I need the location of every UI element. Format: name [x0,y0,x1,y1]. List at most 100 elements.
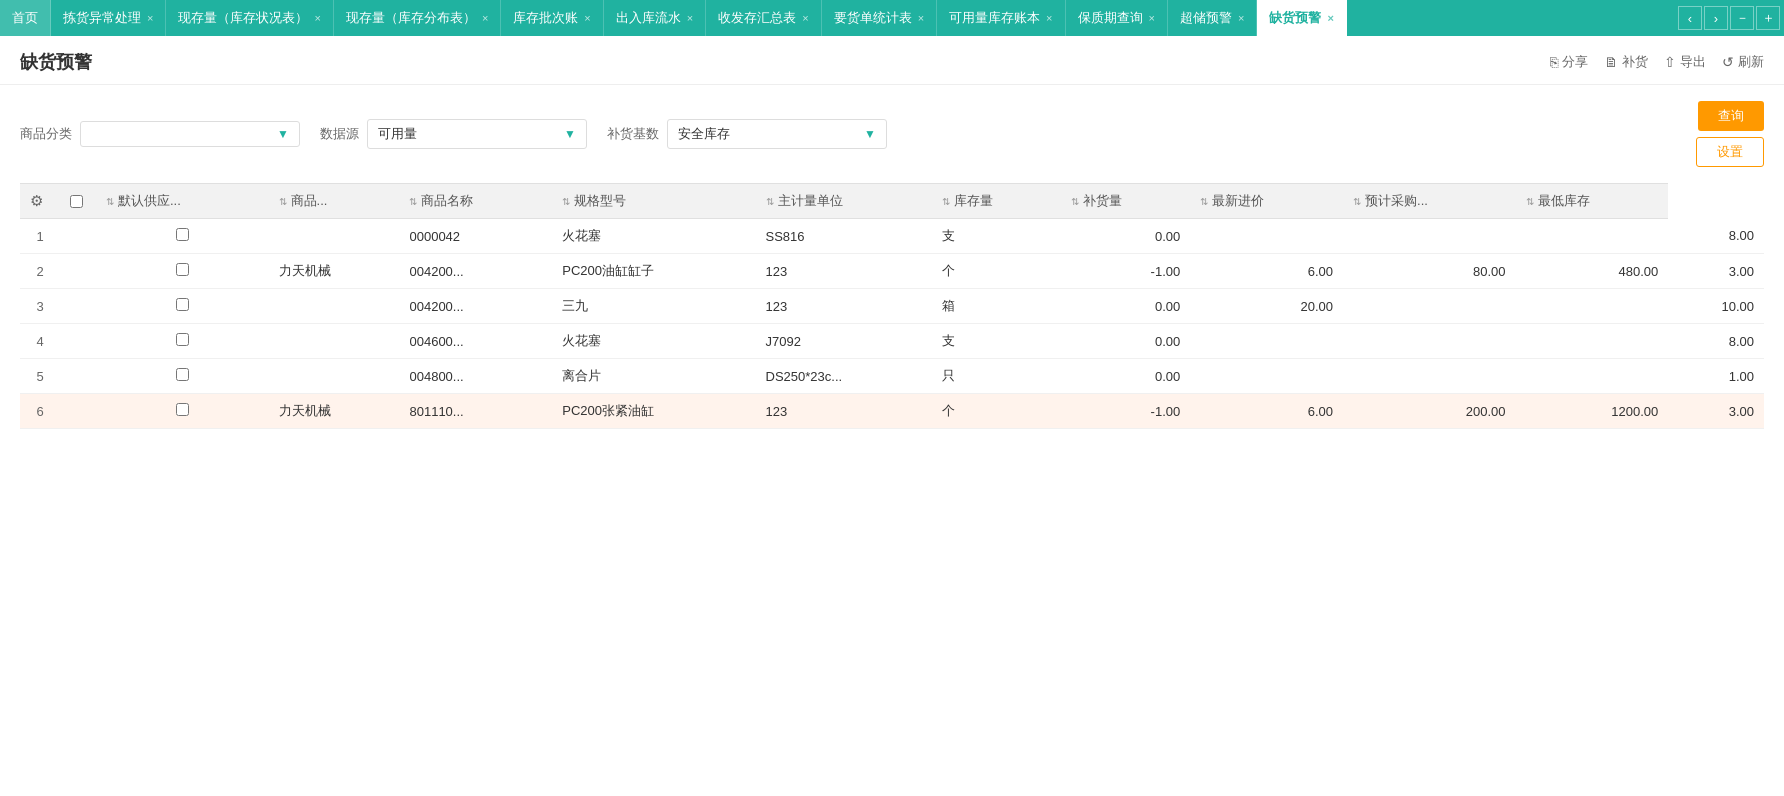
row-unit: 支 [932,324,1061,359]
tab-shoudacun[interactable]: 收发存汇总表 × [706,0,821,36]
tab-close-shoudacun[interactable]: × [802,12,808,24]
sort-icon: ⇅ [766,196,774,207]
refresh-button[interactable]: ↺ 刷新 [1722,53,1764,71]
tab-plus-btn[interactable]: ＋ [1756,6,1780,30]
row-min-stock: 1.00 [1668,359,1764,394]
row-est-purchase [1516,219,1669,254]
setting-button[interactable]: 设置 [1696,137,1764,167]
row-spec: 123 [756,254,932,289]
tab-quehuo[interactable]: 缺货预警 × [1257,0,1346,36]
tab-close-yaohuo[interactable]: × [918,12,924,24]
col-spec: ⇅ 规格型号 [552,184,755,219]
col-est-purchase: ⇅ 预计采购... [1343,184,1516,219]
row-est-purchase [1516,324,1669,359]
share-button[interactable]: ⎘ 分享 [1550,53,1588,71]
row-min-stock: 8.00 [1668,324,1764,359]
row-checkbox[interactable] [176,403,189,416]
tab-bar: 首页 拣货异常处理 × 现存量（库存状况表） × 现存量（库存分布表） × 库存… [0,0,1784,36]
tab-next-btn[interactable]: › [1704,6,1728,30]
column-settings-icon[interactable]: ⚙ [30,192,43,210]
row-gear-cell [60,254,96,289]
col-gear: ⚙ [20,184,60,219]
row-latest-price: 80.00 [1343,254,1516,289]
replenish-button[interactable]: 🗎 补货 [1604,53,1648,71]
tab-kucunshouce[interactable]: 库存批次账 × [501,0,603,36]
row-supplier [269,219,400,254]
tab-home[interactable]: 首页 [0,0,51,36]
sort-icon: ⇅ [106,196,114,207]
row-checkbox[interactable] [176,263,189,276]
table-row: 3 004200... 三九 123 箱 0.00 20.00 10.00 [20,289,1764,324]
sort-icon: ⇅ [1200,196,1208,207]
col-latest-price: ⇅ 最新进价 [1190,184,1343,219]
row-min-stock: 3.00 [1668,394,1764,429]
query-button[interactable]: 查询 [1698,101,1764,131]
row-min-stock: 3.00 [1668,254,1764,289]
tab-close-chaochuyujing[interactable]: × [1238,12,1244,24]
row-checkbox[interactable] [176,228,189,241]
row-checkbox[interactable] [176,368,189,381]
row-replenish: 20.00 [1190,289,1343,324]
tab-nav-buttons: ‹ › － ＋ [1674,6,1784,30]
sort-icon: ⇅ [409,196,417,207]
tab-close-kucunshouce[interactable]: × [584,12,590,24]
tab-close-quehuo[interactable]: × [1327,12,1333,24]
tab-taohuayichang[interactable]: 拣货异常处理 × [51,0,166,36]
row-spec: DS250*23c... [756,359,932,394]
datasource-arrow-icon: ▼ [564,127,576,141]
row-stock: 0.00 [1061,289,1190,324]
replenish-label: 补货基数 [607,125,659,143]
filter-area: 商品分类 ▼ 数据源 可用量 ▼ 补货基数 安全库存 ▼ 查询 设置 [0,85,1784,183]
tab-xianzunliang2[interactable]: 现存量（库存分布表） × [334,0,501,36]
row-checkbox-cell [96,289,269,324]
tab-baozhiqi[interactable]: 保质期查询 × [1066,0,1168,36]
tab-minus-btn[interactable]: － [1730,6,1754,30]
row-unit: 支 [932,219,1061,254]
row-unit: 个 [932,394,1061,429]
row-gear-cell [60,394,96,429]
col-checkbox [60,184,96,219]
row-number: 6 [20,394,60,429]
row-est-purchase: 1200.00 [1516,394,1669,429]
share-icon: ⎘ [1550,54,1558,70]
row-stock: -1.00 [1061,394,1190,429]
category-label: 商品分类 [20,125,72,143]
select-all-checkbox[interactable] [70,195,83,208]
replenish-select[interactable]: 安全库存 ▼ [667,119,887,149]
row-number: 2 [20,254,60,289]
category-select[interactable]: ▼ [80,121,300,147]
tab-close-churukucun[interactable]: × [687,12,693,24]
col-min-stock: ⇅ 最低库存 [1516,184,1669,219]
tab-prev-btn[interactable]: ‹ [1678,6,1702,30]
table-row: 6 力天机械 801110... PC200张紧油缸 123 个 -1.00 6… [20,394,1764,429]
row-checkbox[interactable] [176,298,189,311]
row-product-name: 火花塞 [552,324,755,359]
row-supplier [269,324,400,359]
row-number: 4 [20,324,60,359]
row-est-purchase [1516,289,1669,324]
tab-keyong[interactable]: 可用量库存账本 × [937,0,1065,36]
tab-churukucun[interactable]: 出入库流水 × [604,0,706,36]
tab-close-xianzunliang2[interactable]: × [482,12,488,24]
export-button[interactable]: ⇧ 导出 [1664,53,1706,71]
row-checkbox-cell [96,254,269,289]
replenish-filter-group: 补货基数 安全库存 ▼ [607,119,887,149]
row-supplier [269,289,400,324]
tab-close-xianzunliang1[interactable]: × [314,12,320,24]
tab-close-keyong[interactable]: × [1046,12,1052,24]
row-checkbox-cell [96,394,269,429]
table-container: ⚙ ⇅ 默认供应... [0,183,1784,429]
row-product-name: PC200张紧油缸 [552,394,755,429]
row-latest-price [1343,219,1516,254]
row-spec: 123 [756,394,932,429]
row-gear-cell [60,289,96,324]
tab-close-baozhiqi[interactable]: × [1149,12,1155,24]
tab-yaohuo[interactable]: 要货单统计表 × [822,0,937,36]
datasource-select[interactable]: 可用量 ▼ [367,119,587,149]
data-table: ⚙ ⇅ 默认供应... [20,183,1764,429]
tab-xianzunliang1[interactable]: 现存量（库存状况表） × [166,0,333,36]
tab-close-taohuayichang[interactable]: × [147,12,153,24]
tab-chaochuyujing[interactable]: 超储预警 × [1168,0,1257,36]
row-unit: 箱 [932,289,1061,324]
row-checkbox[interactable] [176,333,189,346]
